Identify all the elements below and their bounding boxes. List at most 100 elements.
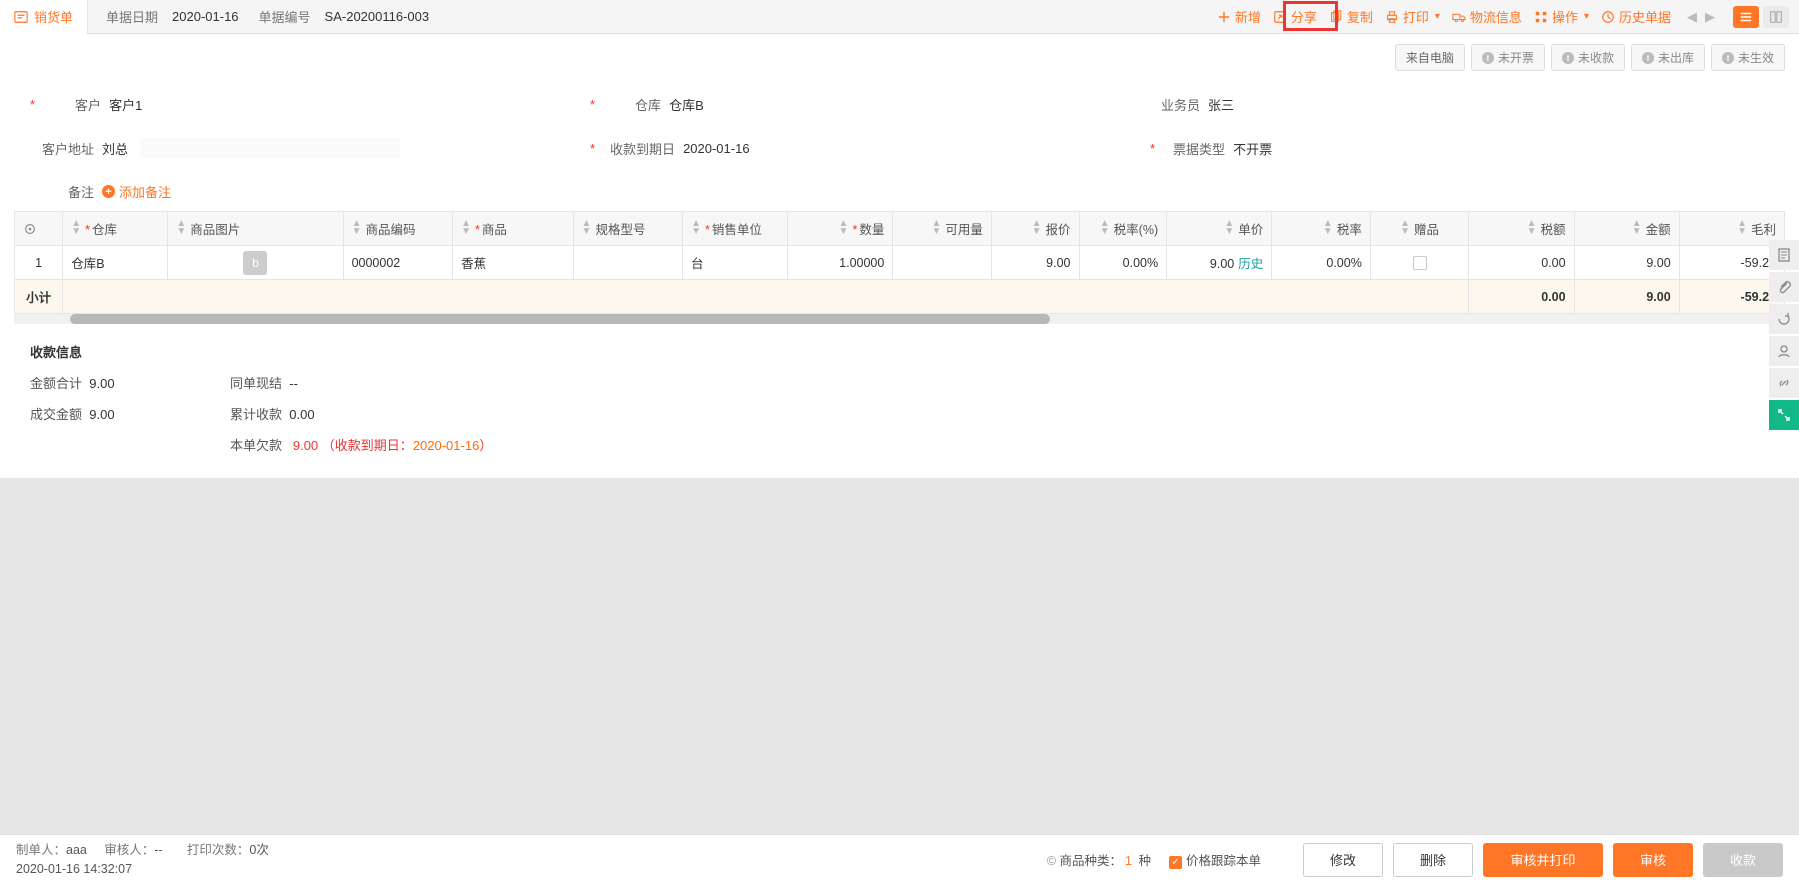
rail-note-button[interactable] (1769, 240, 1799, 270)
cell-price[interactable]: 9.00 (991, 246, 1079, 280)
chip-not-received[interactable]: i未收款 (1551, 44, 1625, 71)
warehouse-value: 仓库B (669, 95, 704, 114)
cash-value: -- (289, 376, 298, 391)
rail-refresh-button[interactable] (1769, 304, 1799, 334)
cell-tax[interactable]: 0.00% (1272, 246, 1371, 280)
checkbox-icon[interactable] (1413, 256, 1427, 270)
cell-taxrate[interactable]: 0.00% (1079, 246, 1167, 280)
action-operate[interactable]: 操作 ▾ (1534, 7, 1589, 26)
doc-no-value: SA-20200116-003 (325, 9, 430, 24)
chevron-down-icon: ▾ (1435, 11, 1440, 22)
action-new[interactable]: 新增 (1217, 7, 1261, 26)
col-tax[interactable]: 税率 (1272, 212, 1371, 246)
follow-price-toggle[interactable]: ✓价格跟踪本单 (1169, 850, 1261, 869)
info-icon: i (1642, 52, 1654, 64)
rail-user-button[interactable] (1769, 336, 1799, 366)
cell-product[interactable]: 香蕉 (453, 246, 573, 280)
plus-icon (1217, 10, 1231, 24)
modify-button[interactable]: 修改 (1303, 843, 1383, 877)
cell-unit[interactable]: 台 (683, 246, 788, 280)
col-code[interactable]: 商品编码 (343, 212, 453, 246)
price-history-link[interactable]: 历史 (1238, 257, 1263, 271)
checkbox-checked-icon: ✓ (1169, 856, 1182, 869)
cell-code[interactable]: 0000002 (343, 246, 453, 280)
add-note-button[interactable]: +添加备注 (102, 182, 171, 201)
col-image[interactable]: 商品图片 (168, 212, 343, 246)
truck-icon (1452, 10, 1466, 24)
view-card-button[interactable] (1763, 6, 1789, 28)
invoice-value: 不开票 (1233, 139, 1272, 158)
subtotal-row: 小计 0.00 9.00 -59.21 (15, 280, 1785, 314)
line-items-table: *仓库 商品图片 商品编码 *商品 规格型号 *销售单位 *数量 可用量 报价 … (0, 211, 1799, 314)
header-fields: 单据日期 2020-01-16 单据编号 SA-20200116-003 (106, 7, 429, 26)
cell-spec[interactable] (573, 246, 683, 280)
cell-unitprice[interactable]: 9.00历史 (1167, 246, 1272, 280)
total-value: 9.00 (89, 376, 114, 391)
copyright-icon: © (1047, 854, 1056, 868)
warehouse-label: 仓库 (605, 95, 661, 114)
subtotal-taxamt: 0.00 (1469, 280, 1574, 314)
col-amount[interactable]: 金额 (1574, 212, 1679, 246)
delete-button[interactable]: 删除 (1393, 843, 1473, 877)
cell-qty[interactable]: 1.00000 (788, 246, 893, 280)
chip-not-effective[interactable]: i未生效 (1711, 44, 1785, 71)
action-copy[interactable]: 复制 (1329, 7, 1373, 26)
rail-link-button[interactable] (1769, 368, 1799, 398)
table-row[interactable]: 1 仓库B b 0000002 香蕉 台 1.00000 9.00 0.00% … (15, 246, 1785, 280)
cell-gift[interactable] (1370, 246, 1469, 280)
cell-amount: 9.00 (1574, 246, 1679, 280)
form-grid: *客户客户1 *仓库仓库B 业务员张三 客户地址刘总 *收款到期日2020-01… (0, 71, 1799, 211)
next-record-button[interactable]: ▶ (1705, 9, 1715, 25)
action-history[interactable]: 历史单据 (1601, 7, 1671, 26)
deal-value: 9.00 (89, 407, 114, 422)
owe-row: 本单欠款 9.00 （收款到期日：2020-01-16） (230, 435, 530, 454)
column-settings[interactable] (15, 212, 63, 246)
col-warehouse[interactable]: *仓库 (63, 212, 168, 246)
audit-print-button[interactable]: 审核并打印 (1483, 843, 1603, 877)
customer-label: 客户 (45, 95, 101, 114)
chevron-down-icon: ▾ (1584, 11, 1589, 22)
receive-button[interactable]: 收款 (1703, 843, 1783, 877)
audit-button[interactable]: 审核 (1613, 843, 1693, 877)
scrollbar-thumb[interactable] (70, 314, 1050, 324)
col-taxrate[interactable]: 税率(%) (1079, 212, 1167, 246)
tab-label: 销货单 (34, 7, 73, 26)
footer-timestamp: 2020-01-16 14:32:07 (16, 860, 269, 879)
action-share[interactable]: 分享 (1273, 7, 1317, 26)
kinds-info: © 商品种类：1 种 (1047, 850, 1151, 869)
owe-duedate: 2020-01-16 (413, 438, 480, 453)
col-avail[interactable]: 可用量 (893, 212, 992, 246)
cell-avail (893, 246, 992, 280)
acc-label: 累计收款 (230, 407, 282, 422)
doc-no-label: 单据编号 (259, 7, 311, 26)
action-print[interactable]: 打印 ▾ (1385, 7, 1440, 26)
rail-expand-button[interactable] (1769, 400, 1799, 430)
address-label: 客户地址 (30, 139, 94, 158)
print-icon (1385, 10, 1399, 24)
chip-not-out[interactable]: i未出库 (1631, 44, 1705, 71)
col-unitprice[interactable]: 单价 (1167, 212, 1272, 246)
action-logistics[interactable]: 物流信息 (1452, 7, 1522, 26)
top-bar: 销货单 单据日期 2020-01-16 单据编号 SA-20200116-003… (0, 0, 1799, 34)
col-price[interactable]: 报价 (991, 212, 1079, 246)
tab-sales-order[interactable]: 销货单 (0, 0, 88, 34)
view-list-button[interactable] (1733, 6, 1759, 28)
rail-attach-button[interactable] (1769, 272, 1799, 302)
prev-record-button[interactable]: ◀ (1687, 9, 1697, 25)
horizontal-scrollbar[interactable] (14, 314, 1785, 324)
kinds-count: 1 (1125, 854, 1132, 868)
grid-icon (1534, 10, 1548, 24)
col-product[interactable]: *商品 (453, 212, 573, 246)
col-taxamt[interactable]: 税额 (1469, 212, 1574, 246)
total-label: 金额合计 (30, 376, 82, 391)
col-spec[interactable]: 规格型号 (573, 212, 683, 246)
cell-warehouse[interactable]: 仓库B (63, 246, 168, 280)
col-gift[interactable]: 赠品 (1370, 212, 1469, 246)
payment-title: 收款信息 (30, 342, 1769, 361)
col-unit[interactable]: *销售单位 (683, 212, 788, 246)
cell-taxamt: 0.00 (1469, 246, 1574, 280)
nav-arrows: ◀ ▶ (1687, 9, 1715, 25)
chip-not-invoiced[interactable]: i未开票 (1471, 44, 1545, 71)
cell-image[interactable]: b (168, 246, 343, 280)
col-qty[interactable]: *数量 (788, 212, 893, 246)
